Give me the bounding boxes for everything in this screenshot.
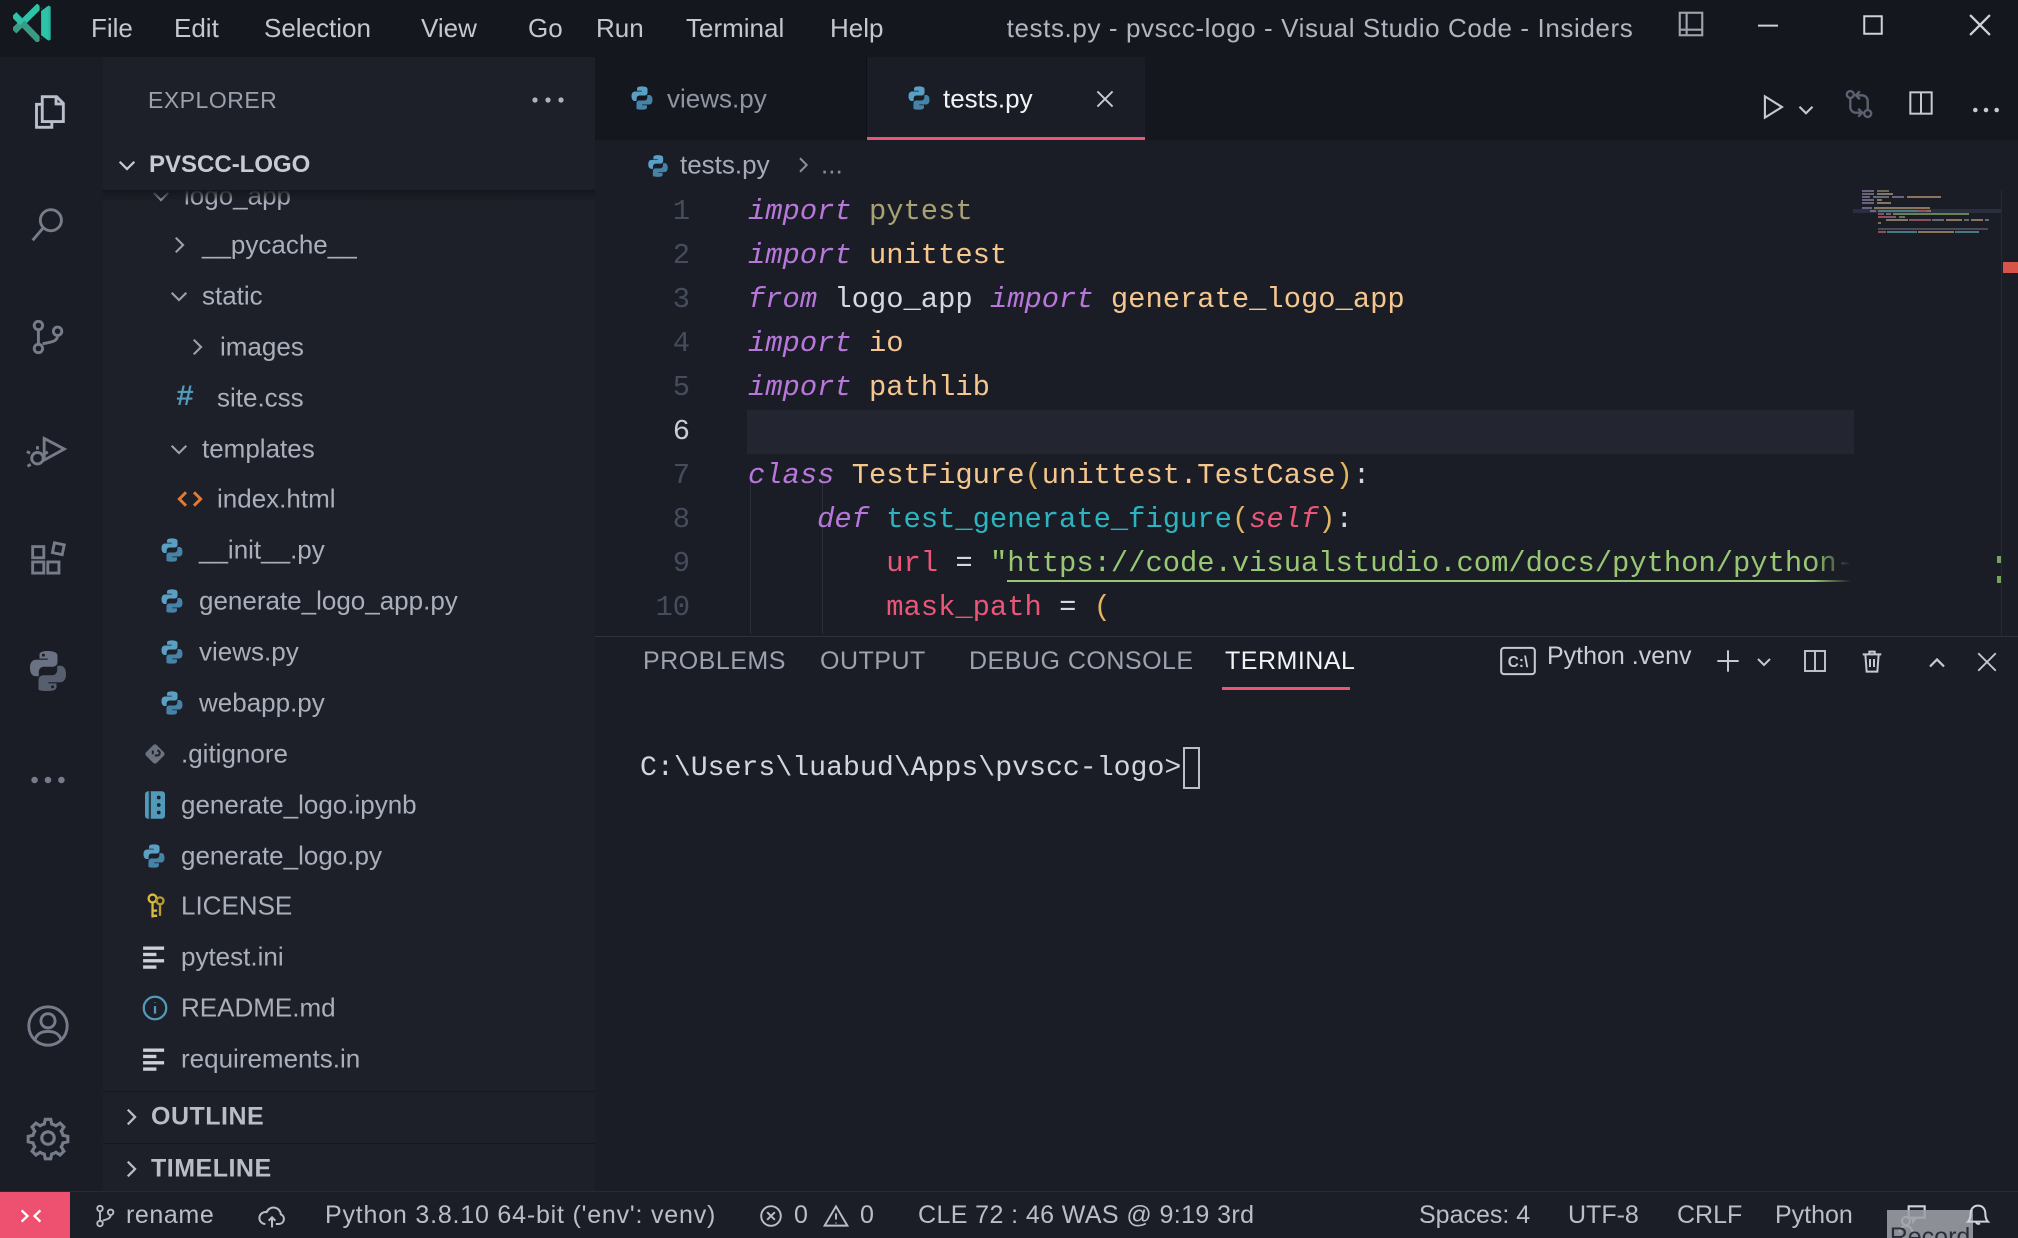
svg-text:C:\: C:\ bbox=[1508, 654, 1529, 671]
